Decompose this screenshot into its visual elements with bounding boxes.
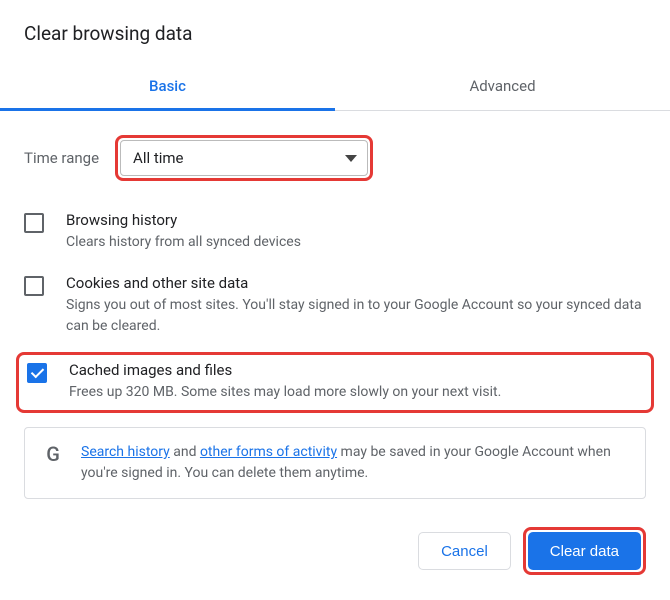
tab-basic[interactable]: Basic: [0, 63, 335, 111]
cancel-button[interactable]: Cancel: [418, 532, 511, 570]
dialog-actions: Cancel Clear data: [24, 527, 646, 575]
option-desc: Clears history from all synced devices: [66, 232, 646, 252]
option-title: Cached images and files: [69, 361, 643, 379]
option-title: Browsing history: [66, 211, 646, 229]
clear-data-button[interactable]: Clear data: [528, 532, 641, 570]
tabs: Basic Advanced: [0, 63, 670, 111]
options-list: Browsing history Clears history from all…: [24, 211, 646, 405]
time-range-select[interactable]: All time: [120, 140, 368, 176]
option-cookies: Cookies and other site data Signs you ou…: [24, 274, 646, 336]
info-mid: and: [170, 444, 200, 460]
option-text: Cached images and files Frees up 320 MB.…: [69, 361, 643, 402]
time-range-label: Time range: [24, 149, 99, 167]
chevron-down-icon: [345, 155, 357, 162]
time-range-value: All time: [133, 149, 183, 167]
info-text: Search history and other forms of activi…: [81, 442, 629, 484]
option-cache: Cached images and files Frees up 320 MB.…: [16, 352, 654, 413]
option-text: Browsing history Clears history from all…: [66, 211, 646, 252]
option-text: Cookies and other site data Signs you ou…: [66, 274, 646, 336]
time-range-row: Time range All time: [24, 135, 646, 181]
dialog-title: Clear browsing data: [24, 22, 646, 45]
option-browsing-history: Browsing history Clears history from all…: [24, 211, 646, 252]
link-search-history[interactable]: Search history: [81, 444, 170, 460]
google-account-info: G Search history and other forms of acti…: [24, 427, 646, 499]
tab-advanced[interactable]: Advanced: [335, 63, 670, 111]
google-icon: G: [41, 442, 65, 464]
clear-data-highlight: Clear data: [523, 527, 646, 575]
option-title: Cookies and other site data: [66, 274, 646, 292]
checkbox-cache[interactable]: [27, 363, 47, 383]
option-desc: Signs you out of most sites. You'll stay…: [66, 295, 646, 336]
link-other-activity[interactable]: other forms of activity: [200, 444, 337, 460]
checkbox-cookies[interactable]: [24, 276, 44, 296]
clear-browsing-data-dialog: Clear browsing data Basic Advanced Time …: [0, 0, 670, 593]
option-desc: Frees up 320 MB. Some sites may load mor…: [69, 382, 643, 402]
time-range-highlight: All time: [115, 135, 373, 181]
checkbox-browsing-history[interactable]: [24, 213, 44, 233]
